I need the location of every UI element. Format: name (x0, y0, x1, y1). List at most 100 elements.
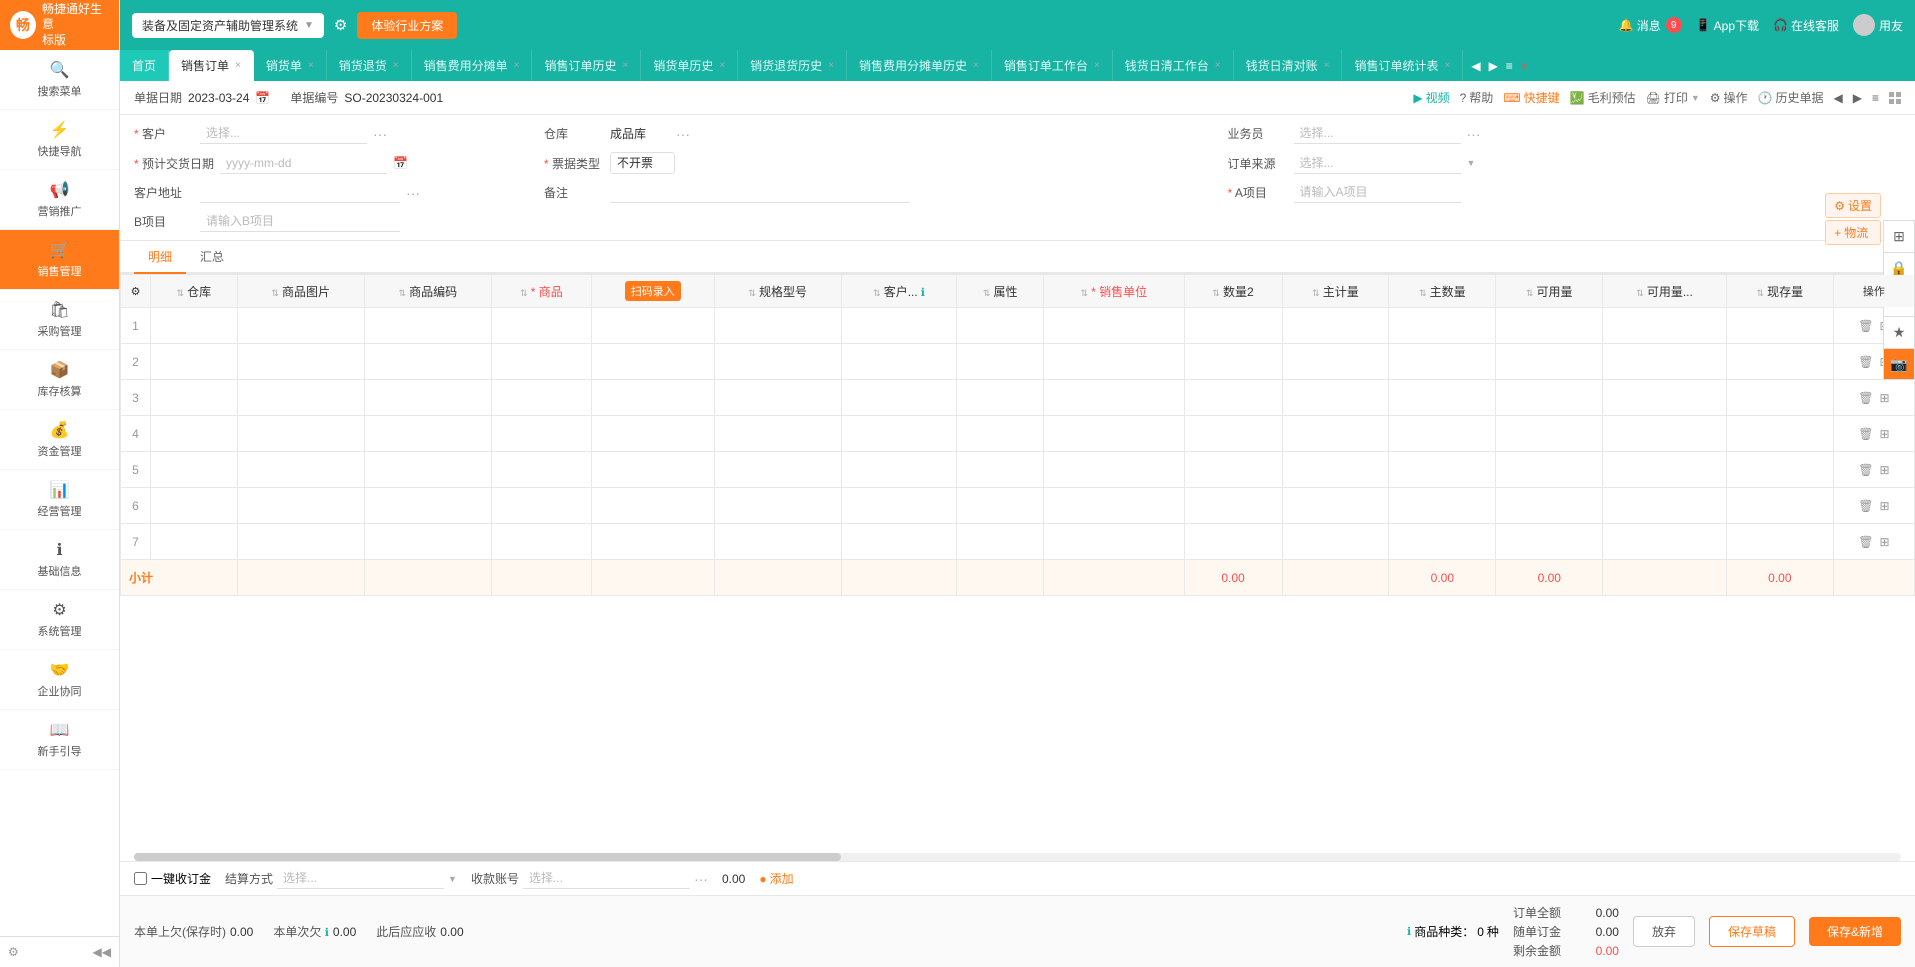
cell[interactable] (1044, 488, 1184, 524)
tab-close-all-icon[interactable]: × (1517, 59, 1532, 73)
topbar-settings-icon[interactable]: ⚙ (334, 16, 347, 34)
b-project-input[interactable] (200, 211, 400, 232)
cell[interactable] (491, 524, 591, 560)
sidebar-item-marketing[interactable]: 📢 营销推广 (0, 170, 119, 230)
cell[interactable] (714, 380, 841, 416)
cell[interactable] (1282, 452, 1389, 488)
cell[interactable] (237, 380, 364, 416)
cell[interactable] (1726, 488, 1833, 524)
add-item-btn[interactable]: + 物流 (1825, 220, 1881, 245)
cell[interactable] (364, 416, 491, 452)
customer-code-info-icon[interactable]: ℹ (921, 287, 925, 299)
close-tab-icon[interactable]: × (622, 60, 628, 71)
settings-icon[interactable]: ⚙ (8, 945, 19, 959)
cell[interactable] (714, 416, 841, 452)
cell[interactable] (957, 452, 1044, 488)
right-tool-settings[interactable]: ⊞ (1883, 220, 1915, 252)
cell[interactable] (1389, 416, 1496, 452)
cell[interactable] (364, 488, 491, 524)
cell[interactable] (1496, 488, 1603, 524)
tab-sales-return[interactable]: 销货退货 × (327, 50, 412, 81)
cell[interactable] (714, 452, 841, 488)
warehouse-dots-icon[interactable]: ··· (676, 126, 690, 142)
close-tab-icon[interactable]: × (719, 60, 725, 71)
notification-item[interactable]: 🔔 消息 9 (1619, 17, 1682, 34)
delete-icon[interactable]: 🗑 (1858, 391, 1873, 405)
settings-btn[interactable]: ⚙ 设置 (1825, 193, 1881, 218)
close-tab-icon[interactable]: × (1215, 60, 1221, 71)
cell[interactable] (364, 452, 491, 488)
cell[interactable] (237, 308, 364, 344)
cell[interactable] (1184, 524, 1282, 560)
cell[interactable] (1603, 344, 1727, 380)
one-click-checkbox[interactable]: 一键收订金 (134, 870, 211, 887)
tab-sales-goods[interactable]: 销货单 × (254, 50, 327, 81)
cell[interactable] (1389, 344, 1496, 380)
copy-icon[interactable]: ⊞ (1879, 391, 1889, 405)
cell[interactable] (1496, 524, 1603, 560)
cell[interactable] (1726, 452, 1833, 488)
cell[interactable] (1044, 416, 1184, 452)
cell[interactable] (1496, 308, 1603, 344)
cell[interactable] (1044, 344, 1184, 380)
close-tab-icon[interactable]: × (1094, 60, 1100, 71)
print-tool[interactable]: 🖨 打印 ▼ (1646, 89, 1700, 106)
tab-detail[interactable]: 明细 (134, 241, 186, 274)
view-tool[interactable]: ▶ 视频 (1413, 89, 1449, 106)
cell[interactable] (237, 344, 364, 380)
cell[interactable] (1282, 344, 1389, 380)
close-tab-icon[interactable]: × (308, 60, 314, 71)
user-avatar[interactable]: 用友 (1853, 14, 1903, 36)
sidebar-item-enterprise[interactable]: 🤝 企业协同 (0, 650, 119, 710)
close-tab-icon[interactable]: × (235, 60, 241, 71)
list-view-icon[interactable]: ≡ (1872, 91, 1879, 105)
copy-icon[interactable]: ⊞ (1879, 535, 1889, 549)
tab-prev-icon[interactable]: ◀ (1467, 59, 1484, 73)
cell[interactable] (364, 524, 491, 560)
address-input[interactable] (200, 182, 400, 203)
cell[interactable] (1044, 524, 1184, 560)
close-tab-icon[interactable]: × (828, 60, 834, 71)
cell[interactable] (841, 344, 957, 380)
cell[interactable] (957, 344, 1044, 380)
a-project-input[interactable] (1294, 182, 1461, 203)
cell[interactable] (1282, 524, 1389, 560)
operation-tool[interactable]: ⚙ 操作 (1710, 89, 1748, 106)
tab-order-workbench[interactable]: 销售订单工作台 × (992, 50, 1113, 81)
product-count-info-icon[interactable]: ℹ (1407, 925, 1411, 938)
profit-tool[interactable]: 💹 毛利预估 (1570, 89, 1636, 106)
help-tool[interactable]: ? 帮助 (1460, 89, 1494, 106)
shortcut-tool[interactable]: ⌨ 快捷键 (1503, 89, 1559, 106)
cell[interactable] (237, 524, 364, 560)
cell[interactable] (1282, 488, 1389, 524)
right-tool-scan[interactable]: 📷 (1883, 348, 1915, 380)
cell[interactable] (714, 344, 841, 380)
sidebar-item-search[interactable]: 🔍 搜索菜单 (0, 50, 119, 110)
cell[interactable] (841, 380, 957, 416)
collapse-icon[interactable]: ◀◀ (93, 945, 111, 959)
delete-icon[interactable]: 🗑 (1858, 463, 1873, 477)
cell[interactable] (151, 488, 238, 524)
cell[interactable] (714, 308, 841, 344)
sidebar-item-basic[interactable]: ℹ 基础信息 (0, 530, 119, 590)
cell[interactable] (1603, 452, 1727, 488)
cell[interactable] (151, 308, 238, 344)
cell[interactable] (151, 452, 238, 488)
sidebar-item-purchase[interactable]: 🛍 采购管理 (0, 290, 119, 350)
address-dots-icon[interactable]: ··· (406, 185, 420, 201)
cell[interactable] (1389, 488, 1496, 524)
copy-icon[interactable]: ⊞ (1879, 499, 1889, 513)
cell[interactable] (237, 416, 364, 452)
cell[interactable] (1726, 308, 1833, 344)
sidebar-item-system[interactable]: ⚙ 系统管理 (0, 590, 119, 650)
save-draft-button[interactable]: 保存草稿 (1709, 916, 1795, 947)
cell[interactable] (237, 488, 364, 524)
cell[interactable] (491, 344, 591, 380)
sidebar-item-guide[interactable]: 📖 新手引导 (0, 710, 119, 770)
cell[interactable] (714, 524, 841, 560)
cell[interactable] (491, 308, 591, 344)
cell[interactable] (1603, 488, 1727, 524)
cell[interactable] (957, 380, 1044, 416)
tab-sales-stats[interactable]: 销售订单统计表 × (1342, 50, 1463, 81)
payment-method-input[interactable] (277, 868, 444, 889)
